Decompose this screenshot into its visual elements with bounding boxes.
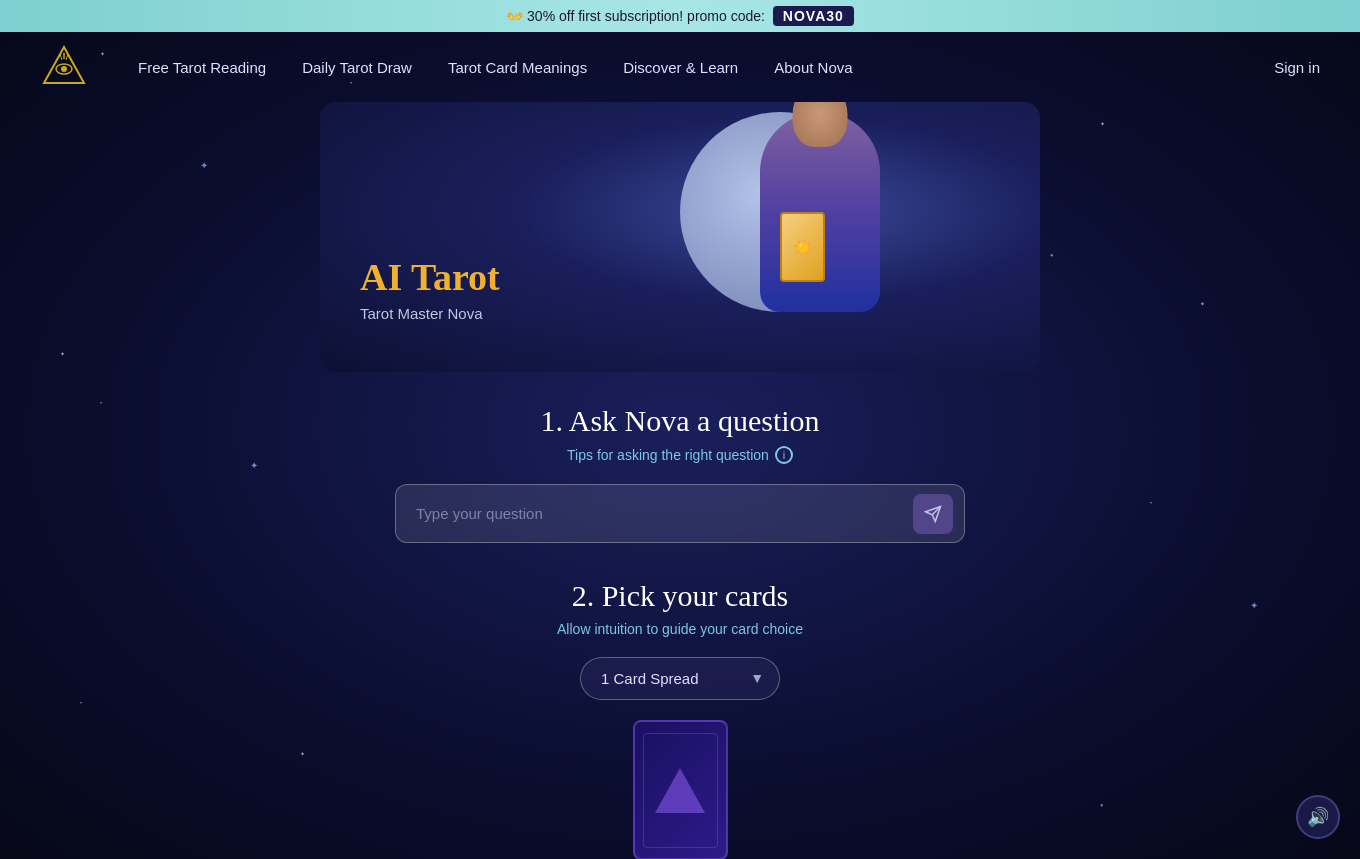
card-triangle [655,768,705,813]
logo[interactable] [40,43,88,91]
tarot-card-held: ☀️ [780,212,825,282]
svg-point-2 [61,66,67,72]
promo-emoji: 👐 [506,8,523,24]
promo-text: 30% off first subscription! promo code: [527,8,765,24]
hero-text: AI Tarot Tarot Master Nova [360,257,500,322]
navbar: Free Tarot Reading Daily Tarot Draw Taro… [0,32,1360,102]
bottom-card-container [623,720,738,800]
question-input[interactable] [395,484,965,543]
main-content: ☀️ AI Tarot Tarot Master Nova 1. Ask Nov… [0,102,1360,800]
promo-banner: 👐 30% off first subscription! promo code… [0,0,1360,32]
send-icon [924,505,942,523]
figure-body: ☀️ [760,112,880,312]
question-input-container [395,484,965,543]
spread-dropdown-container: 1 Card Spread 3 Card Spread 5 Card Sprea… [580,657,780,700]
promo-code: NOVA30 [773,6,854,26]
step1-hint[interactable]: Tips for asking the right question i [540,446,819,464]
step1-section: 1. Ask Nova a question Tips for asking t… [540,404,819,464]
tarot-card-back[interactable] [633,720,728,859]
card-inner-design [643,733,718,848]
info-icon[interactable]: i [775,446,793,464]
send-button[interactable] [913,494,953,534]
hero-figure: ☀️ [730,112,910,372]
figure-head [793,102,848,147]
step2-title: 2. Pick your cards [557,579,803,613]
step1-hint-text: Tips for asking the right question [567,447,769,463]
star-deco: • [1100,800,1104,811]
svg-line-4 [60,54,62,60]
nav-discover-learn[interactable]: Discover & Learn [623,59,738,76]
spread-select[interactable]: 1 Card Spread 3 Card Spread 5 Card Sprea… [580,657,780,700]
svg-marker-0 [44,47,84,83]
nav-about-nova[interactable]: About Nova [774,59,852,76]
sound-icon: 🔊 [1307,806,1329,828]
svg-line-5 [66,54,68,60]
nav-free-tarot-reading[interactable]: Free Tarot Reading [138,59,266,76]
nav-links: Free Tarot Reading Daily Tarot Draw Taro… [138,59,1234,76]
hero-background [320,102,1040,372]
hero-title: AI Tarot [360,257,500,299]
step2-hint: Allow intuition to guide your card choic… [557,621,803,637]
hero-subtitle: Tarot Master Nova [360,305,500,322]
step1-title: 1. Ask Nova a question [540,404,819,438]
sound-button[interactable]: 🔊 [1296,795,1340,839]
nav-tarot-card-meanings[interactable]: Tarot Card Meanings [448,59,587,76]
sign-in-button[interactable]: Sign in [1274,59,1320,76]
step2-section: 2. Pick your cards Allow intuition to gu… [557,579,803,637]
nav-daily-tarot-draw[interactable]: Daily Tarot Draw [302,59,412,76]
logo-icon [40,43,88,91]
hero-section: ☀️ AI Tarot Tarot Master Nova [320,102,1040,372]
